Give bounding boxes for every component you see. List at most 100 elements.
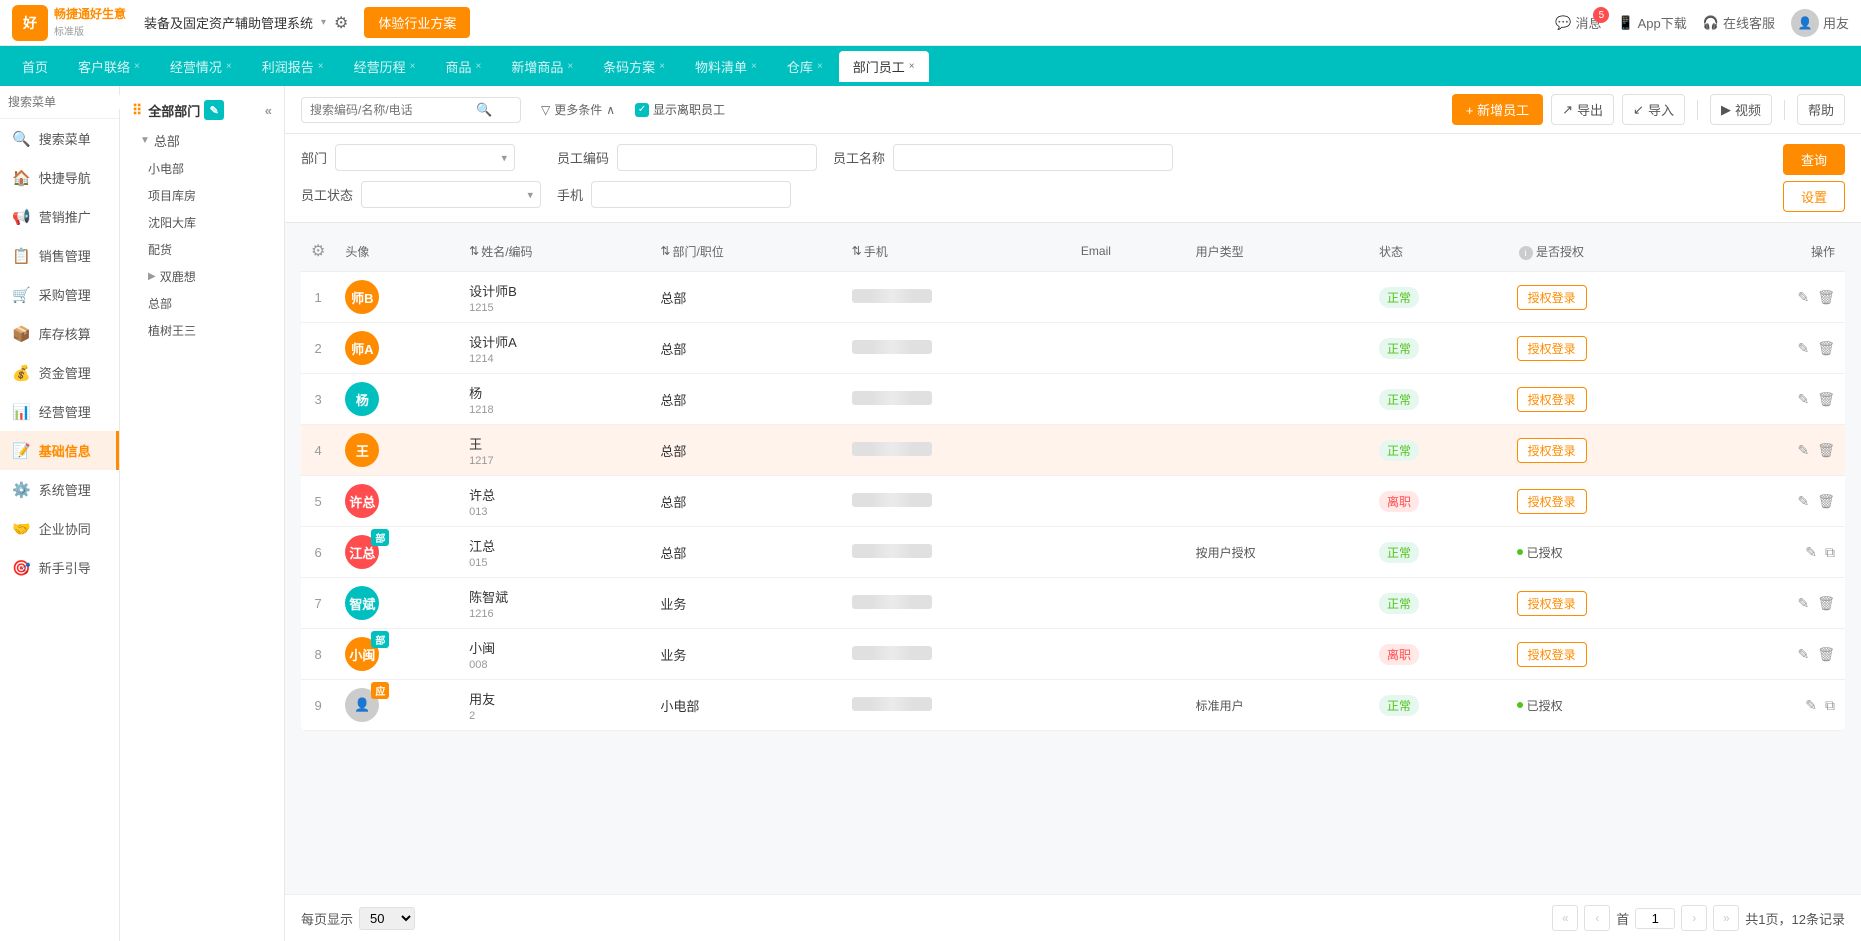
system-dropdown-arrow[interactable]: ▾: [321, 17, 326, 28]
sidebar-item-inventory[interactable]: 📦 库存核算: [0, 314, 119, 353]
delete-icon[interactable]: 🗑: [1817, 391, 1835, 408]
copy-icon[interactable]: ⧉: [1825, 544, 1835, 561]
delete-icon[interactable]: 🗑: [1817, 442, 1835, 459]
user-item[interactable]: 👤 用友: [1791, 9, 1849, 37]
online-service-item[interactable]: 🎧 在线客服: [1703, 13, 1775, 32]
sidebar-item-collab[interactable]: 🤝 企业协同: [0, 509, 119, 548]
import-button[interactable]: ↙ 导入: [1622, 94, 1685, 125]
close-icon[interactable]: ×: [410, 61, 416, 72]
edit-icon[interactable]: ✎: [1797, 493, 1809, 510]
edit-icon[interactable]: ✎: [1797, 646, 1809, 663]
close-icon[interactable]: ×: [751, 61, 757, 72]
close-icon[interactable]: ×: [226, 61, 232, 72]
delete-icon[interactable]: 🗑: [1817, 595, 1835, 612]
nav-tab-goods[interactable]: 商品 ×: [431, 51, 495, 82]
info-circle-icon[interactable]: i: [1519, 246, 1533, 260]
auth-login-button[interactable]: 授权登录: [1517, 591, 1587, 616]
close-icon[interactable]: ×: [817, 61, 823, 72]
last-page-button[interactable]: »: [1713, 905, 1739, 931]
edit-icon[interactable]: ✎: [1805, 544, 1817, 561]
nav-tab-history[interactable]: 经营历程 ×: [340, 51, 430, 82]
delete-icon[interactable]: 🗑: [1817, 646, 1835, 663]
nav-tab-profit[interactable]: 利润报告 ×: [248, 51, 338, 82]
edit-icon[interactable]: ✎: [1797, 595, 1809, 612]
sidebar-item-search[interactable]: 🔍 搜索菜单: [0, 119, 119, 158]
nav-tab-new-goods[interactable]: 新增商品 ×: [497, 51, 587, 82]
dept-item-shenyang[interactable]: 沈阳大库: [120, 209, 284, 236]
dept-item-xiaodian[interactable]: 小电部: [120, 155, 284, 182]
more-filter-btn[interactable]: ▽ 更多条件 ∧: [533, 97, 623, 122]
close-icon[interactable]: ×: [659, 61, 665, 72]
help-button[interactable]: 帮助: [1797, 94, 1845, 125]
sidebar-item-basic-info[interactable]: 📝 基础信息: [0, 431, 119, 470]
dept-item-shuanglu[interactable]: ▶ 双鹿想: [120, 263, 284, 290]
emp-name-input[interactable]: [893, 144, 1173, 171]
nav-tab-barcode[interactable]: 条码方案 ×: [589, 51, 679, 82]
edit-icon[interactable]: ✎: [1797, 340, 1809, 357]
page-number-input[interactable]: [1635, 908, 1675, 929]
search-input[interactable]: [310, 103, 470, 117]
page-size-select[interactable]: 50 100 200: [359, 907, 415, 930]
sidebar-item-finance[interactable]: 💰 资金管理: [0, 353, 119, 392]
close-icon[interactable]: ×: [134, 61, 140, 72]
next-page-button[interactable]: ›: [1681, 905, 1707, 931]
set-button[interactable]: 设置: [1783, 181, 1845, 212]
edit-icon[interactable]: ✎: [1805, 697, 1817, 714]
dept-item-zongbu-root[interactable]: ▼ 总部: [120, 126, 284, 155]
dept-item-peihuo[interactable]: 配货: [120, 236, 284, 263]
add-employee-button[interactable]: + 新增员工: [1452, 94, 1543, 125]
edit-icon[interactable]: ✎: [1797, 442, 1809, 459]
video-button[interactable]: ▶ 视频: [1710, 94, 1772, 125]
edit-icon[interactable]: ✎: [1797, 289, 1809, 306]
dept-item-zongbu-sub[interactable]: 总部: [120, 290, 284, 317]
query-button[interactable]: 查询: [1783, 144, 1845, 175]
sidebar-item-system[interactable]: ⚙️ 系统管理: [0, 470, 119, 509]
phone-input[interactable]: [591, 181, 791, 208]
sidebar-item-marketing[interactable]: 📢 营销推广: [0, 197, 119, 236]
nav-tab-bom[interactable]: 物料清单 ×: [681, 51, 771, 82]
settings-icon[interactable]: ⚙: [334, 13, 348, 33]
sidebar-item-biz-mgmt[interactable]: 📊 经营管理: [0, 392, 119, 431]
dept-edit-icon[interactable]: ✎: [204, 100, 224, 120]
auth-login-button[interactable]: 授权登录: [1517, 387, 1587, 412]
dept-item-zhishu[interactable]: 植树王三: [120, 317, 284, 344]
show-resigned-toggle[interactable]: ✓ 显示离职员工: [635, 101, 725, 118]
nav-tab-warehouse[interactable]: 仓库 ×: [773, 51, 837, 82]
sidebar-item-quick-nav[interactable]: 🏠 快捷导航: [0, 158, 119, 197]
nav-tab-operation[interactable]: 经营情况 ×: [156, 51, 246, 82]
close-icon[interactable]: ×: [909, 61, 915, 72]
export-button[interactable]: ↗ 导出: [1551, 94, 1614, 125]
app-download-item[interactable]: 📱 App下载: [1617, 13, 1686, 32]
auth-login-button[interactable]: 授权登录: [1517, 489, 1587, 514]
trial-button[interactable]: 体验行业方案: [364, 7, 470, 38]
message-item[interactable]: 💬 消息 5: [1555, 13, 1601, 32]
nav-tab-dept-staff[interactable]: 部门员工 ×: [839, 51, 929, 82]
sidebar-item-sales[interactable]: 📋 销售管理: [0, 236, 119, 275]
emp-code-input[interactable]: [617, 144, 817, 171]
delete-icon[interactable]: 🗑: [1817, 340, 1835, 357]
th-sort-dept[interactable]: ⇅ 部门/职位: [660, 243, 831, 260]
first-page-button[interactable]: «: [1552, 905, 1578, 931]
sidebar-item-guide[interactable]: 🎯 新手引导: [0, 548, 119, 587]
auth-login-button[interactable]: 授权登录: [1517, 642, 1587, 667]
dept-item-project[interactable]: 项目库房: [120, 182, 284, 209]
auth-login-button[interactable]: 授权登录: [1517, 285, 1587, 310]
auth-login-button[interactable]: 授权登录: [1517, 438, 1587, 463]
nav-tab-customer[interactable]: 客户联络 ×: [64, 51, 154, 82]
th-sort-phone[interactable]: ⇅ 手机: [852, 243, 1061, 260]
close-icon[interactable]: ×: [318, 61, 324, 72]
delete-icon[interactable]: 🗑: [1817, 289, 1835, 306]
column-settings-icon[interactable]: ⚙: [311, 243, 325, 260]
copy-icon[interactable]: ⧉: [1825, 697, 1835, 714]
close-icon[interactable]: ×: [567, 61, 573, 72]
prev-page-button[interactable]: ‹: [1584, 905, 1610, 931]
delete-icon[interactable]: 🗑: [1817, 493, 1835, 510]
dept-select[interactable]: [335, 144, 515, 171]
dept-collapse-icon[interactable]: «: [265, 103, 272, 118]
edit-icon[interactable]: ✎: [1797, 391, 1809, 408]
close-icon[interactable]: ×: [475, 61, 481, 72]
sidebar-item-purchase[interactable]: 🛒 采购管理: [0, 275, 119, 314]
nav-tab-home[interactable]: 首页: [8, 51, 62, 82]
auth-login-button[interactable]: 授权登录: [1517, 336, 1587, 361]
emp-status-select[interactable]: [361, 181, 541, 208]
